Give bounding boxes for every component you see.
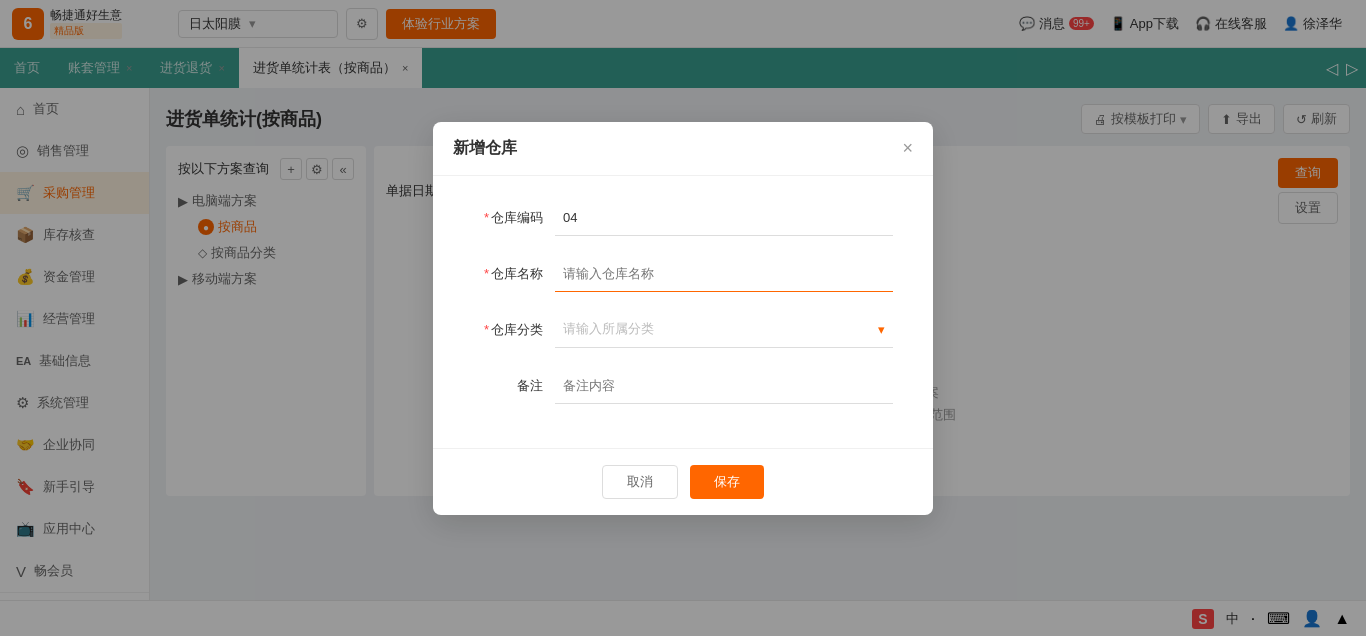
form-row-name: *仓库名称: [473, 256, 893, 292]
name-label: *仓库名称: [473, 265, 543, 283]
form-row-code: *仓库编码: [473, 200, 893, 236]
form-row-note: 备注: [473, 368, 893, 404]
note-label: 备注: [473, 377, 543, 395]
note-input[interactable]: [555, 368, 893, 404]
modal-close-button[interactable]: ×: [902, 138, 913, 159]
modal-overlay: 新增仓库 × *仓库编码 *仓库名称 *仓库分类: [0, 0, 1366, 636]
modal-header: 新增仓库 ×: [433, 122, 933, 176]
code-input[interactable]: [555, 200, 893, 236]
modal-body: *仓库编码 *仓库名称 *仓库分类 请输入所属分类 ▾: [433, 176, 933, 448]
category-placeholder: 请输入所属分类: [563, 320, 654, 338]
save-button[interactable]: 保存: [690, 465, 764, 499]
cancel-button[interactable]: 取消: [602, 465, 678, 499]
modal-title: 新增仓库: [453, 138, 517, 159]
category-select[interactable]: 请输入所属分类 ▾: [555, 312, 893, 348]
modal-footer: 取消 保存: [433, 448, 933, 515]
code-label: *仓库编码: [473, 209, 543, 227]
category-dropdown-icon: ▾: [878, 322, 885, 337]
add-warehouse-modal: 新增仓库 × *仓库编码 *仓库名称 *仓库分类: [433, 122, 933, 515]
name-input[interactable]: [555, 256, 893, 292]
form-row-category: *仓库分类 请输入所属分类 ▾: [473, 312, 893, 348]
category-field-label: *仓库分类: [473, 321, 543, 339]
